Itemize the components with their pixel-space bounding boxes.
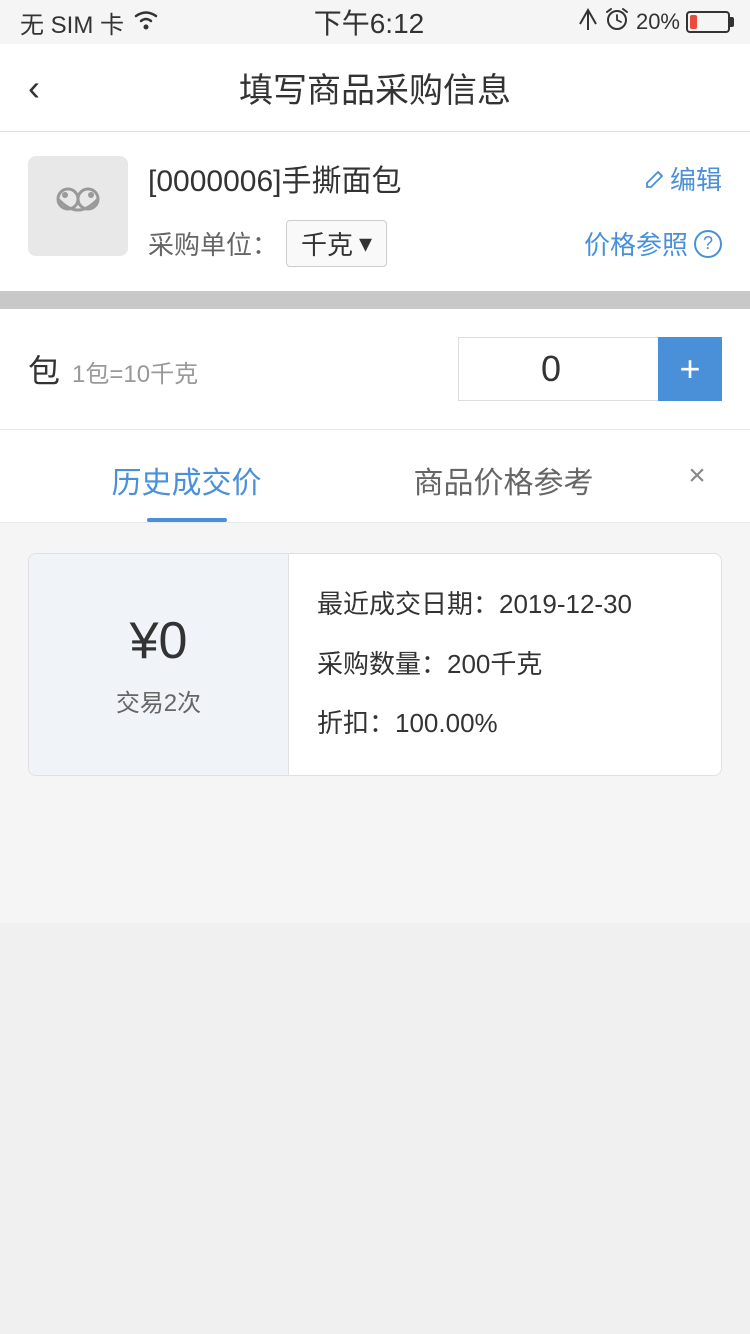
quantity-plus-button[interactable]: +	[658, 337, 722, 401]
product-name: [0000006]手撕面包	[148, 156, 401, 200]
pkg-label: 包	[28, 346, 60, 392]
pkg-unit-hint: 1包=10千克	[72, 354, 198, 389]
tab-history-price[interactable]: 历史成交价	[28, 430, 345, 522]
tab-product-price-ref[interactable]: 商品价格参考	[345, 430, 662, 522]
discount-row: 折扣：100.00%	[317, 703, 693, 745]
product-thumbnail	[28, 156, 128, 256]
dropdown-icon: ▾	[359, 228, 372, 259]
status-right: 20%	[578, 7, 730, 37]
quantity-input[interactable]	[458, 337, 658, 401]
product-info: [0000006]手撕面包 编辑 采购单位： 千克 ▾ 价格参照 ?	[148, 156, 722, 267]
price-card: ¥0 交易2次 最近成交日期：2019-12-30 采购数量：200千克 折扣：…	[28, 553, 722, 776]
carrier-label: 无 SIM 卡	[20, 5, 124, 40]
back-button[interactable]: ‹	[28, 67, 40, 109]
unit-select[interactable]: 千克 ▾	[286, 220, 387, 267]
battery-percent: 20%	[636, 9, 680, 35]
edit-button[interactable]: 编辑	[644, 160, 722, 197]
tab-active-indicator	[147, 518, 227, 522]
wifi-icon	[132, 8, 160, 37]
price-detail-col: 最近成交日期：2019-12-30 采购数量：200千克 折扣：100.00%	[289, 554, 721, 775]
page-title: 填写商品采购信息	[239, 63, 511, 112]
nav-bar: ‹ 填写商品采购信息	[0, 44, 750, 132]
quantity-right: +	[458, 337, 722, 401]
price-ref-button[interactable]: 价格参照 ?	[584, 225, 722, 262]
tab-close-button[interactable]: ×	[672, 451, 722, 501]
trade-count: 交易2次	[116, 683, 201, 718]
product-name-row: [0000006]手撕面包 编辑	[148, 156, 722, 200]
recent-date-row: 最近成交日期：2019-12-30	[317, 584, 693, 626]
location-icon	[578, 8, 598, 36]
battery-icon	[686, 11, 730, 33]
price-ref-help-icon: ?	[694, 230, 722, 258]
alarm-icon	[604, 7, 630, 37]
price-amount: ¥0	[130, 611, 188, 671]
panel-content: ¥0 交易2次 最近成交日期：2019-12-30 采购数量：200千克 折扣：…	[0, 523, 750, 923]
status-time: 下午6:12	[314, 2, 425, 42]
quantity-left: 包 1包=10千克	[28, 346, 198, 392]
purchase-qty-row: 采购数量：200千克	[317, 644, 693, 686]
unit-row: 采购单位： 千克 ▾ 价格参照 ?	[148, 220, 722, 267]
product-card: [0000006]手撕面包 编辑 采购单位： 千克 ▾ 价格参照 ?	[0, 132, 750, 291]
status-left: 无 SIM 卡	[20, 5, 160, 40]
price-summary-col: ¥0 交易2次	[29, 554, 289, 775]
unit-label: 采购单位：	[148, 225, 278, 262]
status-bar: 无 SIM 卡 下午6:12 20%	[0, 0, 750, 44]
quantity-row: 包 1包=10千克 +	[0, 309, 750, 429]
tab-bar: 历史成交价 商品价格参考 ×	[0, 429, 750, 523]
divider-bar	[0, 291, 750, 309]
